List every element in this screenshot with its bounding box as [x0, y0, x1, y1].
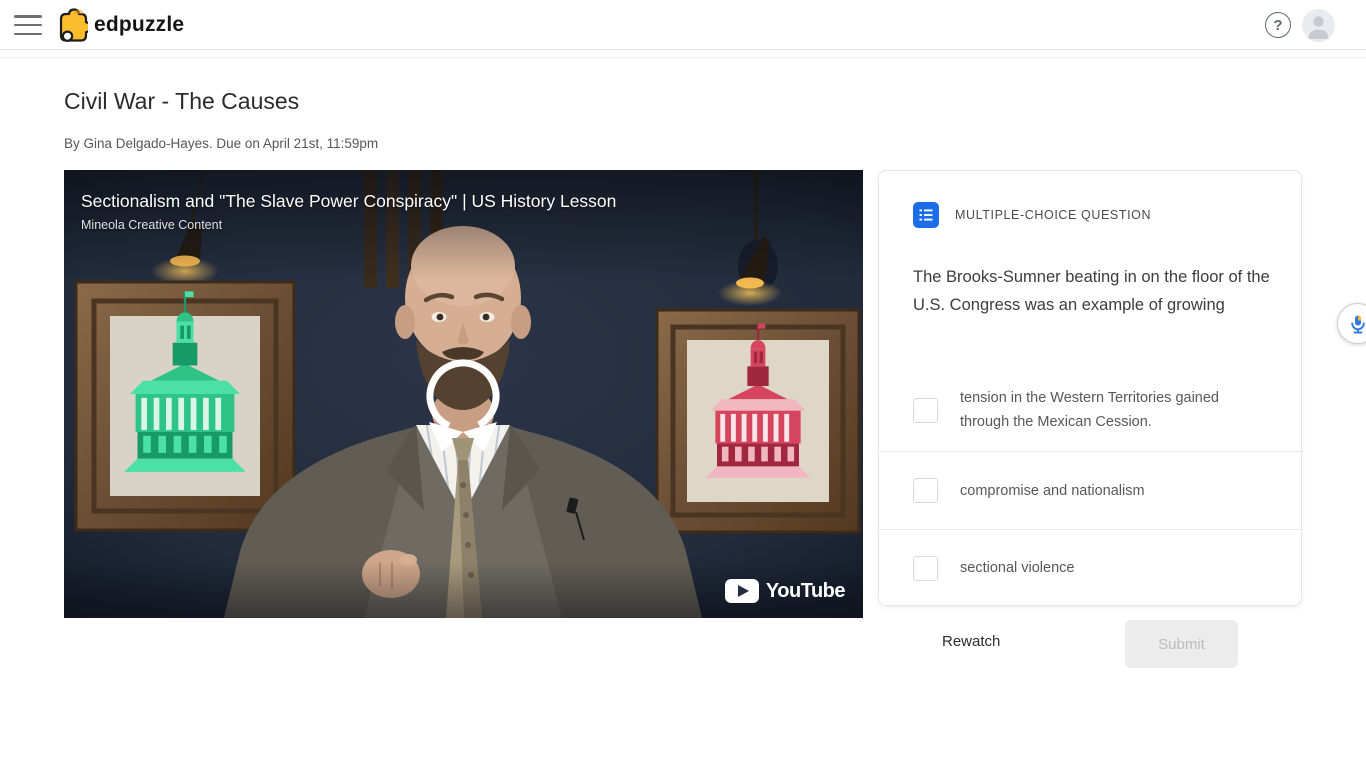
- youtube-play-icon: [724, 579, 759, 603]
- voice-search-fab[interactable]: [1337, 303, 1366, 344]
- edpuzzle-puzzle-icon: [54, 7, 88, 43]
- question-actions: Rewatch Submit: [878, 620, 1302, 668]
- option-3-label: sectional violence: [960, 560, 1075, 576]
- video-player[interactable]: Sectionalism and "The Slave Power Conspi…: [64, 170, 863, 618]
- youtube-wordmark: YouTube: [765, 579, 846, 602]
- avatar[interactable]: [1302, 9, 1335, 42]
- option-row-3[interactable]: sectional violence: [879, 529, 1301, 606]
- option-row-2[interactable]: compromise and nationalism: [879, 451, 1301, 529]
- assignment-byline: By Gina Delgado-Hayes. Due on April 21st…: [64, 136, 379, 151]
- video-title: Sectionalism and "The Slave Power Conspi…: [81, 191, 617, 211]
- person-icon: [1308, 16, 1329, 39]
- rewatch-button[interactable]: Rewatch: [942, 633, 1000, 650]
- option-2-label: compromise and nationalism: [960, 482, 1145, 499]
- edpuzzle-logo[interactable]: edpuzzle: [54, 7, 184, 43]
- left-picture-frame: [74, 280, 296, 532]
- right-picture-frame: [655, 308, 861, 534]
- question-prompt: The Brooks-Sumner beating in on the floo…: [913, 268, 1270, 314]
- option-2-checkbox[interactable]: [913, 478, 938, 503]
- help-icon[interactable]: ?: [1265, 12, 1291, 38]
- microphone-icon: [1350, 315, 1365, 333]
- submit-button[interactable]: Submit: [1125, 620, 1238, 668]
- question-type-header: MULTIPLE-CHOICE QUESTION: [913, 202, 1151, 228]
- page-title: Civil War - The Causes: [64, 88, 300, 114]
- option-1-checkbox[interactable]: [913, 397, 938, 423]
- brand-name: edpuzzle: [94, 13, 185, 36]
- option-3-checkbox[interactable]: [913, 555, 938, 581]
- option-row-1[interactable]: tension in the Western Territories gaine…: [879, 369, 1301, 451]
- option-1-label: tension in the Western Territories gaine…: [960, 390, 1219, 430]
- question-card: MULTIPLE-CHOICE QUESTION The Brooks-Sumn…: [878, 170, 1302, 606]
- multiple-choice-list-icon: [913, 202, 939, 228]
- top-navigation-bar: edpuzzle ?: [0, 0, 1366, 50]
- header-divider: [0, 57, 1366, 58]
- video-channel: Mineola Creative Content: [81, 218, 223, 232]
- question-type-label: MULTIPLE-CHOICE QUESTION: [955, 208, 1152, 222]
- answer-options: tension in the Western Territories gaine…: [879, 369, 1301, 606]
- youtube-watermark[interactable]: YouTube: [724, 579, 846, 603]
- hamburger-menu-icon[interactable]: [14, 15, 42, 35]
